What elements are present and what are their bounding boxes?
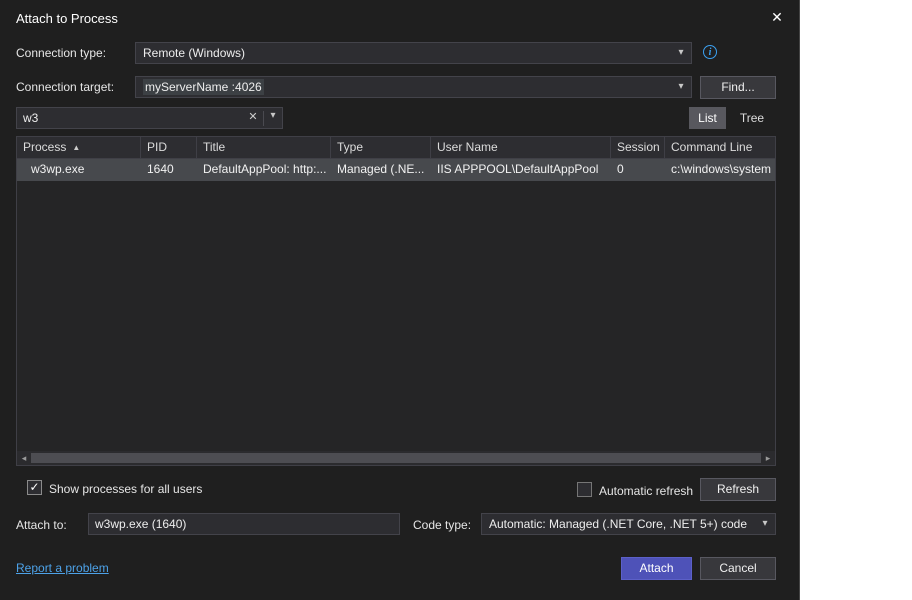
code-type-label: Code type: <box>413 518 471 532</box>
cell-type: Managed (.NE... <box>331 159 431 181</box>
connection-type-value: Remote (Windows) <box>143 46 245 60</box>
column-header-title[interactable]: Title <box>197 137 331 158</box>
process-table: Process▲ PID Title Type User Name Sessio… <box>16 136 776 466</box>
cell-session: 0 <box>611 159 665 181</box>
table-row[interactable]: w3wp.exe 1640 DefaultAppPool: http:... M… <box>17 159 775 181</box>
column-header-process[interactable]: Process▲ <box>17 137 141 158</box>
scroll-right-icon[interactable]: ▸ <box>761 451 775 465</box>
chevron-down-icon[interactable]: ▾ <box>673 77 689 97</box>
attach-button[interactable]: Attach <box>621 557 692 580</box>
cancel-button[interactable]: Cancel <box>700 557 776 580</box>
connection-type-label: Connection type: <box>16 46 106 60</box>
attach-to-field[interactable] <box>89 514 399 534</box>
connection-target-value: myServerName :4026 <box>143 79 264 95</box>
dialog-title: Attach to Process <box>16 11 118 26</box>
column-header-username[interactable]: User Name <box>431 137 611 158</box>
report-a-problem-link[interactable]: Report a problem <box>16 561 109 575</box>
sort-ascending-icon: ▲ <box>72 143 80 152</box>
cell-pid: 1640 <box>141 159 197 181</box>
chevron-down-icon[interactable]: ▾ <box>266 110 280 121</box>
attach-to-process-dialog: Attach to Process ✕ Connection type: Rem… <box>0 0 800 600</box>
column-header-type[interactable]: Type <box>331 137 431 158</box>
info-icon[interactable]: i <box>703 45 717 59</box>
find-button[interactable]: Find... <box>700 76 776 99</box>
show-all-users-label[interactable]: Show processes for all users <box>49 482 202 496</box>
code-type-value: Automatic: Managed (.NET Core, .NET 5+) … <box>489 517 747 531</box>
horizontal-scrollbar[interactable]: ◂ ▸ <box>17 451 775 465</box>
chevron-down-icon[interactable]: ▾ <box>673 43 689 63</box>
tree-view-button[interactable]: Tree <box>731 107 773 129</box>
process-filter-input[interactable] <box>19 109 239 127</box>
connection-target-label: Connection target: <box>16 80 114 94</box>
cell-username: IIS APPPOOL\DefaultAppPool <box>431 159 611 181</box>
chevron-down-icon[interactable]: ▾ <box>757 514 773 534</box>
column-header-commandline[interactable]: Command Line <box>665 137 775 158</box>
attach-to-field-wrap <box>88 513 400 535</box>
attach-to-label: Attach to: <box>16 518 67 532</box>
column-header-pid[interactable]: PID <box>141 137 197 158</box>
show-all-users-checkbox[interactable]: ✓ <box>27 480 42 495</box>
filter-divider <box>263 111 264 126</box>
list-view-button[interactable]: List <box>689 107 726 129</box>
clear-filter-icon[interactable]: ✕ <box>246 110 260 123</box>
column-header-session[interactable]: Session <box>611 137 665 158</box>
cell-title: DefaultAppPool: http:... <box>197 159 331 181</box>
close-icon[interactable]: ✕ <box>768 8 786 26</box>
refresh-button[interactable]: Refresh <box>700 478 776 501</box>
code-type-combo[interactable]: Automatic: Managed (.NET Core, .NET 5+) … <box>481 513 776 535</box>
scrollbar-thumb[interactable] <box>31 453 761 463</box>
automatic-refresh-checkbox[interactable] <box>577 482 592 497</box>
automatic-refresh-label[interactable]: Automatic refresh <box>599 484 693 498</box>
process-filter-box: ✕ ▾ <box>16 107 283 129</box>
connection-type-combo[interactable]: Remote (Windows) ▾ <box>135 42 692 64</box>
connection-target-combo[interactable]: myServerName :4026 ▾ <box>135 76 692 98</box>
cell-process: w3wp.exe <box>17 159 141 181</box>
cell-commandline: c:\windows\system <box>665 159 775 181</box>
scroll-left-icon[interactable]: ◂ <box>17 451 31 465</box>
process-table-header: Process▲ PID Title Type User Name Sessio… <box>17 137 775 159</box>
